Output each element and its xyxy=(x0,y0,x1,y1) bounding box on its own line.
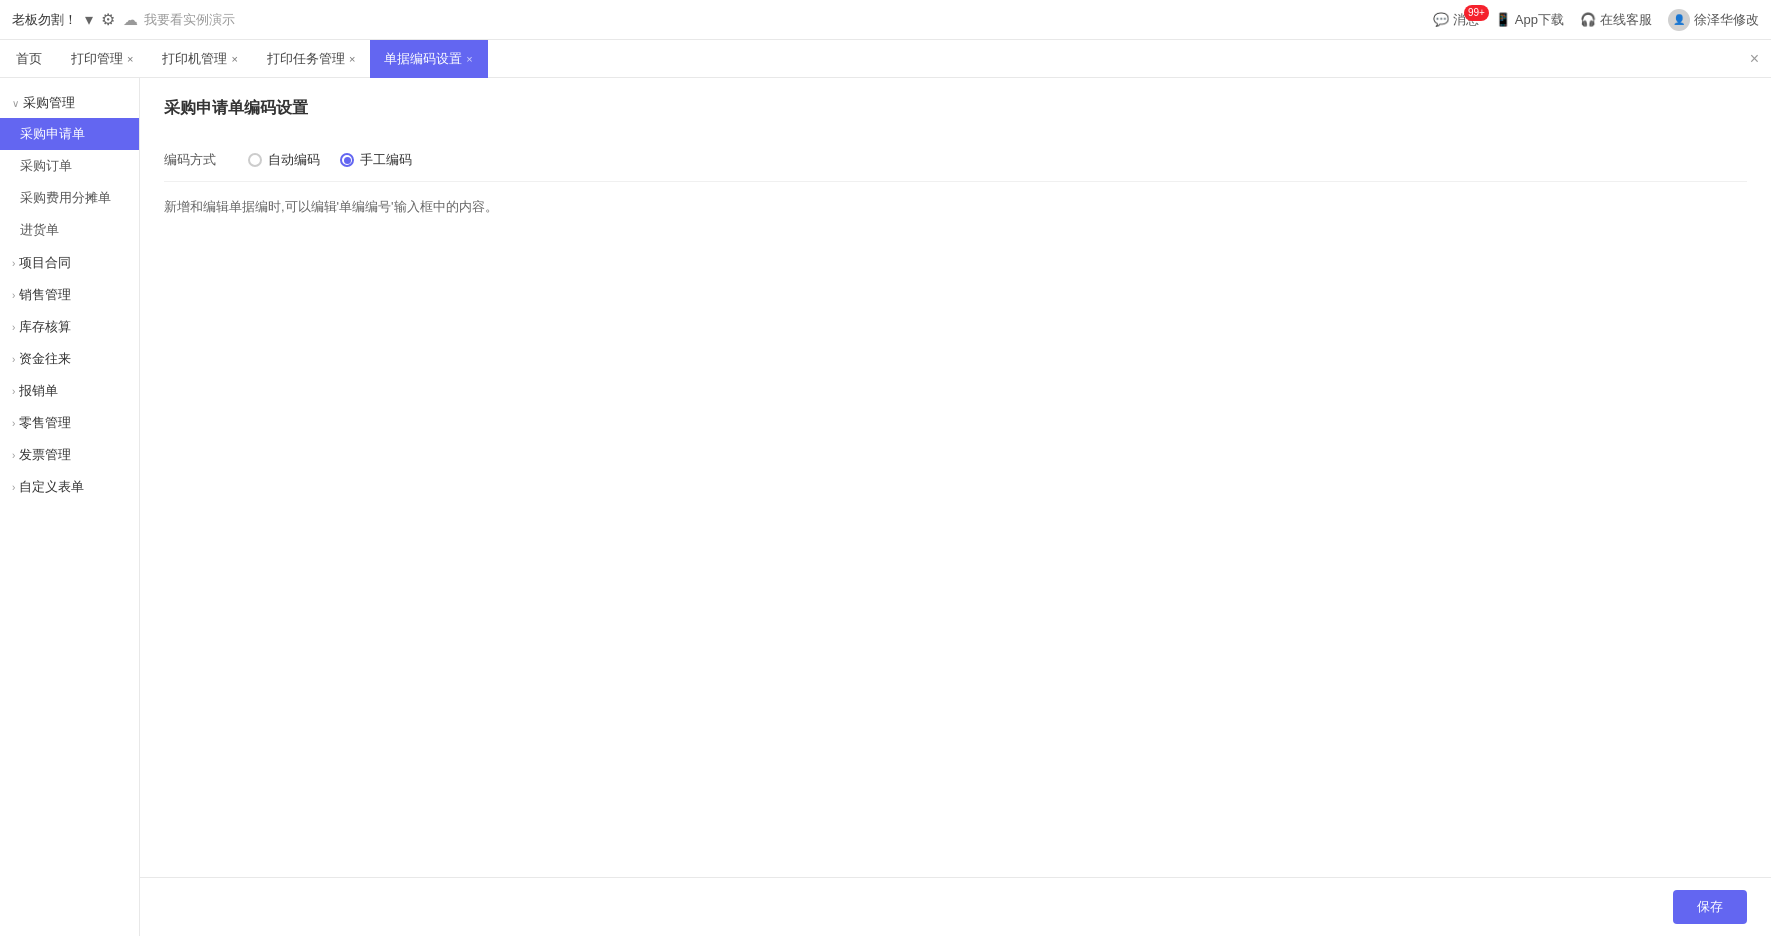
sales-group-label: 销售管理 xyxy=(19,286,71,304)
save-button[interactable]: 保存 xyxy=(1673,890,1747,924)
support-button[interactable]: 🎧 在线客服 xyxy=(1580,11,1652,29)
content-body: 采购申请单编码设置 编码方式 自动编码 手工编码 xyxy=(140,78,1771,877)
inventory-arrow-icon: › xyxy=(12,322,15,333)
sidebar-group-project: › 项目合同 xyxy=(0,246,139,278)
sidebar-group-sales-title[interactable]: › 销售管理 xyxy=(0,278,139,310)
sidebar: ∨ 采购管理 采购申请单 采购订单 采购费用分摊单 进货单 › 项目合同 › 销… xyxy=(0,78,140,936)
encoding-section: 编码方式 自动编码 手工编码 新增和编辑单据编时,可以编辑'单编编号'输入框中的… xyxy=(164,139,1747,216)
project-arrow-icon: › xyxy=(12,258,15,269)
main-layout: ∨ 采购管理 采购申请单 采购订单 采购费用分摊单 进货单 › 项目合同 › 销… xyxy=(0,78,1771,936)
radio-manual-code[interactable]: 手工编码 xyxy=(340,151,412,169)
sidebar-group-invoice: › 发票管理 xyxy=(0,438,139,470)
tab-home[interactable]: 首页 xyxy=(4,40,57,78)
avatar: 👤 xyxy=(1668,9,1690,31)
app-download-label: App下载 xyxy=(1515,11,1564,29)
brand-text: 老板勿割！ xyxy=(12,11,77,29)
sidebar-group-sales: › 销售管理 xyxy=(0,278,139,310)
auto-code-label: 自动编码 xyxy=(268,151,320,169)
funds-group-label: 资金往来 xyxy=(19,350,71,368)
sidebar-group-purchase-title[interactable]: ∨ 采购管理 xyxy=(0,86,139,118)
sidebar-group-project-title[interactable]: › 项目合同 xyxy=(0,246,139,278)
tab-print-task-label: 打印任务管理 xyxy=(267,50,345,68)
radio-auto-code[interactable]: 自动编码 xyxy=(248,151,320,169)
sidebar-item-purchase-expense[interactable]: 采购费用分摊单 xyxy=(0,182,139,214)
manual-code-label: 手工编码 xyxy=(360,151,412,169)
tab-print-task[interactable]: 打印任务管理 × xyxy=(253,40,370,78)
radio-group: 自动编码 手工编码 xyxy=(248,151,412,169)
encoding-row: 编码方式 自动编码 手工编码 xyxy=(164,139,1747,182)
tab-bar: 首页 打印管理 × 打印机管理 × 打印任务管理 × 单据编码设置 × × xyxy=(0,40,1771,78)
auto-code-radio-circle[interactable] xyxy=(248,153,262,167)
message-icon: 💬 xyxy=(1433,12,1449,27)
sidebar-item-stock-in[interactable]: 进货单 xyxy=(0,214,139,246)
top-bar-left: 老板勿割！ ▾ ⚙ ☁ 我要看实例演示 xyxy=(12,10,235,29)
tab-barcode-setting-close[interactable]: × xyxy=(466,53,472,65)
settings-button[interactable]: ⚙ xyxy=(101,10,115,29)
tab-print-manage[interactable]: 打印管理 × xyxy=(57,40,148,78)
hint-text: 新增和编辑单据编时,可以编辑'单编编号'输入框中的内容。 xyxy=(164,198,1747,216)
tab-printer-manage[interactable]: 打印机管理 × xyxy=(148,40,252,78)
encoding-label: 编码方式 xyxy=(164,151,224,169)
tab-printer-manage-close[interactable]: × xyxy=(231,53,237,65)
tab-home-label: 首页 xyxy=(16,50,42,68)
retail-arrow-icon: › xyxy=(12,418,15,429)
manual-code-radio-circle[interactable] xyxy=(340,153,354,167)
sidebar-group-inventory-title[interactable]: › 库存核算 xyxy=(0,310,139,342)
sidebar-group-returns-title[interactable]: › 报销单 xyxy=(0,374,139,406)
sidebar-group-retail-title[interactable]: › 零售管理 xyxy=(0,406,139,438)
support-label: 在线客服 xyxy=(1600,11,1652,29)
funds-arrow-icon: › xyxy=(12,354,15,365)
message-button[interactable]: 💬 消息 99+ xyxy=(1433,11,1479,29)
sidebar-group-custom-forms-title[interactable]: › 自定义表单 xyxy=(0,470,139,502)
content-area: 采购申请单编码设置 编码方式 自动编码 手工编码 xyxy=(140,78,1771,936)
app-download-button[interactable]: 📱 App下载 xyxy=(1495,11,1564,29)
search-bar[interactable]: ☁ 我要看实例演示 xyxy=(123,11,235,29)
invoice-arrow-icon: › xyxy=(12,450,15,461)
dropdown-button[interactable]: ▾ xyxy=(85,10,93,29)
purchase-arrow-icon: ∨ xyxy=(12,98,19,109)
tab-print-task-close[interactable]: × xyxy=(349,53,355,65)
project-group-label: 项目合同 xyxy=(19,254,71,272)
sidebar-group-funds: › 资金往来 xyxy=(0,342,139,374)
support-icon: 🎧 xyxy=(1580,12,1596,27)
sidebar-group-custom-forms: › 自定义表单 xyxy=(0,470,139,502)
tab-print-manage-close[interactable]: × xyxy=(127,53,133,65)
message-badge: 99+ xyxy=(1464,5,1489,21)
custom-forms-arrow-icon: › xyxy=(12,482,15,493)
tab-print-manage-label: 打印管理 xyxy=(71,50,123,68)
sidebar-group-inventory: › 库存核算 xyxy=(0,310,139,342)
sidebar-group-retail: › 零售管理 xyxy=(0,406,139,438)
content-footer: 保存 xyxy=(140,877,1771,936)
tab-bar-close-all[interactable]: × xyxy=(1750,50,1759,68)
inventory-group-label: 库存核算 xyxy=(19,318,71,336)
page-title: 采购申请单编码设置 xyxy=(164,98,1747,119)
top-bar: 老板勿割！ ▾ ⚙ ☁ 我要看实例演示 💬 消息 99+ 📱 App下载 🎧 在… xyxy=(0,0,1771,40)
returns-arrow-icon: › xyxy=(12,386,15,397)
returns-group-label: 报销单 xyxy=(19,382,58,400)
purchase-group-label: 采购管理 xyxy=(23,94,75,112)
invoice-group-label: 发票管理 xyxy=(19,446,71,464)
custom-forms-group-label: 自定义表单 xyxy=(19,478,84,496)
sidebar-item-purchase-order[interactable]: 采购订单 xyxy=(0,150,139,182)
sidebar-group-purchase: ∨ 采购管理 采购申请单 采购订单 采购费用分摊单 进货单 xyxy=(0,86,139,246)
tab-bar-close-area: × xyxy=(1750,50,1767,68)
user-label: 徐泽华修改 xyxy=(1694,11,1759,29)
sidebar-group-funds-title[interactable]: › 资金往来 xyxy=(0,342,139,374)
tab-printer-manage-label: 打印机管理 xyxy=(162,50,227,68)
sidebar-group-returns: › 报销单 xyxy=(0,374,139,406)
app-download-icon: 📱 xyxy=(1495,12,1511,27)
top-bar-right: 💬 消息 99+ 📱 App下载 🎧 在线客服 👤 徐泽华修改 xyxy=(1433,9,1759,31)
tab-barcode-setting[interactable]: 单据编码设置 × xyxy=(370,40,487,78)
sidebar-group-invoice-title[interactable]: › 发票管理 xyxy=(0,438,139,470)
cloud-icon: ☁ xyxy=(123,11,138,29)
sales-arrow-icon: › xyxy=(12,290,15,301)
sidebar-item-purchase-request[interactable]: 采购申请单 xyxy=(0,118,139,150)
search-text: 我要看实例演示 xyxy=(144,11,235,29)
retail-group-label: 零售管理 xyxy=(19,414,71,432)
user-button[interactable]: 👤 徐泽华修改 xyxy=(1668,9,1759,31)
tab-barcode-setting-label: 单据编码设置 xyxy=(384,50,462,68)
